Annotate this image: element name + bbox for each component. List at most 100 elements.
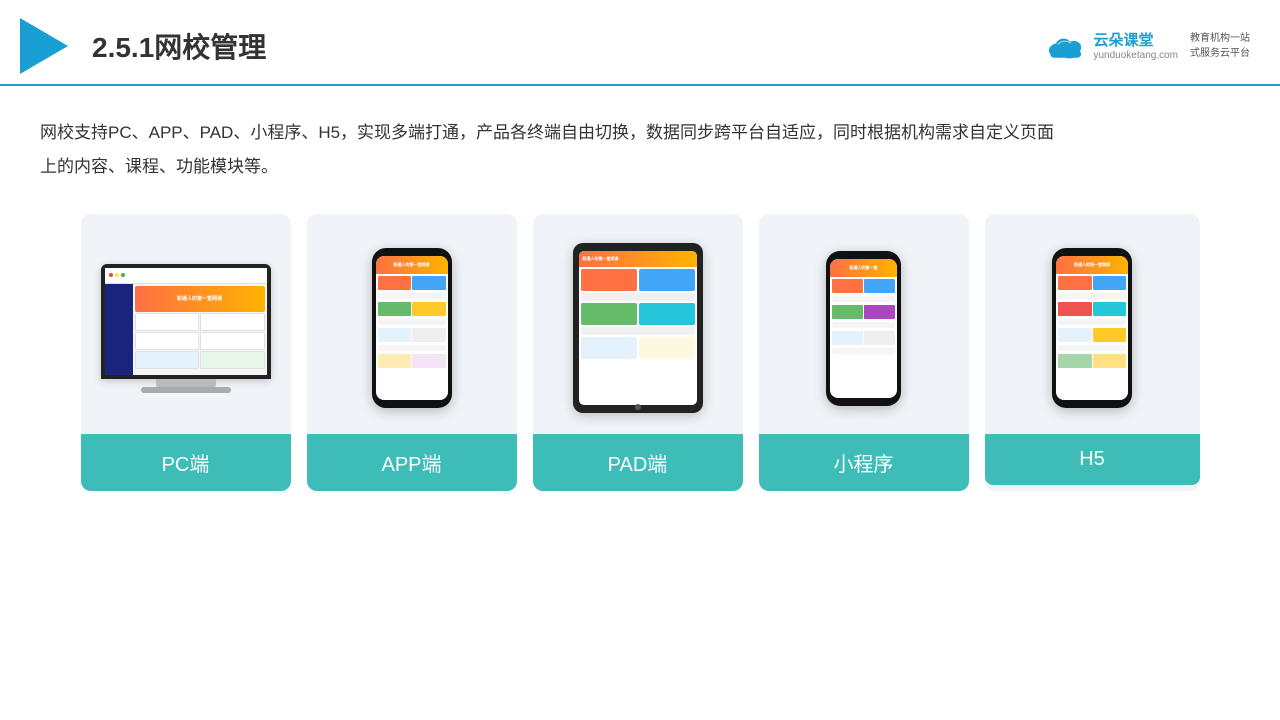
tablet-block-1	[581, 269, 637, 291]
tablet-header-text: 职通人的第一堂网课	[583, 256, 619, 262]
tablet-block-3	[581, 303, 637, 325]
phone-row-4	[378, 354, 446, 368]
phone-mini-row-3	[832, 331, 895, 345]
phone-h5-content	[1056, 274, 1128, 370]
phone-h5-text-3	[1058, 345, 1126, 351]
card-pc: 职通人的第一堂网课	[81, 214, 291, 491]
cloud-icon	[1043, 31, 1087, 61]
brand-name: 云朵课堂	[1093, 32, 1153, 50]
tablet-block-5	[581, 337, 637, 359]
phone-row-1	[378, 276, 446, 290]
phone-h5-row-3	[1058, 328, 1126, 342]
monitor-screen-outer: 职通人的第一堂网课	[101, 264, 271, 379]
page-title: 2.5.1网校管理	[92, 26, 266, 66]
phone-app-mockup: 职通人的第一堂网课	[372, 248, 452, 408]
card-app-image: 职通人的第一堂网课	[307, 214, 517, 434]
phone-h5-block-4	[1093, 302, 1127, 316]
card-pc-label: PC端	[81, 434, 291, 491]
card-app-label: APP端	[307, 434, 517, 491]
phone-h5-block-8	[1093, 354, 1127, 368]
brand-text: 云朵课堂 yunduoketang.com	[1093, 32, 1178, 61]
phone-mini-block-6	[864, 331, 895, 345]
phone-row-2	[378, 302, 446, 316]
dot-green	[121, 273, 125, 277]
phone-mini-mockup: 职通人的第一堂	[826, 251, 901, 406]
phone-h5-screen-header: 职通人的第一堂网课	[1056, 256, 1128, 274]
phone-mini-content	[830, 277, 897, 357]
cards-container: 职通人的第一堂网课	[0, 194, 1280, 511]
card-miniprogram-label: 小程序	[759, 434, 969, 491]
phone-text-2	[378, 319, 446, 325]
description: 网校支持PC、APP、PAD、小程序、H5，实现多端打通，产品各终端自由切换，数…	[0, 86, 1100, 194]
phone-mini-screen: 职通人的第一堂	[830, 259, 897, 398]
phone-screen-header-text: 职通人的第一堂网课	[394, 262, 430, 268]
monitor-card-6	[200, 351, 265, 369]
phone-notch	[400, 250, 424, 256]
tablet-text-2	[581, 327, 695, 335]
card-pad: 职通人的第一堂网课	[533, 214, 743, 491]
phone-h5-block-3	[1058, 302, 1092, 316]
phone-mini-block-1	[832, 279, 863, 293]
card-pc-image: 职通人的第一堂网课	[81, 214, 291, 434]
monitor-sidebar	[105, 284, 133, 375]
phone-mini-screen-header: 职通人的第一堂	[830, 259, 897, 277]
phone-h5-block-5	[1058, 328, 1092, 342]
phone-mini-block-3	[832, 305, 863, 319]
phone-h5-header-text: 职通人的第一堂网课	[1074, 262, 1110, 268]
logo-icon	[20, 18, 68, 74]
card-h5-image: 职通人的第一堂网课	[985, 214, 1200, 434]
phone-h5-block-1	[1058, 276, 1092, 290]
phone-h5-row-1	[1058, 276, 1126, 290]
phone-mini-text-2	[832, 322, 895, 328]
phone-h5-row-4	[1058, 354, 1126, 368]
header-right: 云朵课堂 yunduoketang.com 教育机构一站 式服务云平台	[1043, 31, 1250, 61]
tablet-block-2	[639, 269, 695, 291]
phone-h5-text-1	[1058, 293, 1126, 299]
header: 2.5.1网校管理 云朵课堂 yunduoketang.com 教育机构一站 式…	[0, 0, 1280, 86]
monitor-stand	[156, 379, 216, 387]
phone-mini-text-3	[832, 348, 895, 354]
card-h5: 职通人的第一堂网课	[985, 214, 1200, 491]
monitor-screen-header	[105, 268, 267, 284]
phone-mini-block-4	[864, 305, 895, 319]
monitor-banner-text: 职通人的第一堂网课	[177, 295, 222, 302]
monitor-card-1	[135, 313, 200, 331]
tablet-home-btn	[635, 404, 641, 410]
phone-mini-block-5	[832, 331, 863, 345]
brand-logo: 云朵课堂 yunduoketang.com 教育机构一站 式服务云平台	[1043, 31, 1250, 61]
tablet-screen-header: 职通人的第一堂网课	[579, 251, 697, 267]
monitor-base	[141, 387, 231, 393]
phone-mini-outer: 职通人的第一堂	[826, 251, 901, 406]
dot-yellow	[115, 273, 119, 277]
phone-text-3	[378, 345, 446, 351]
tablet-mockup: 职通人的第一堂网课	[573, 243, 703, 413]
card-pad-label: PAD端	[533, 434, 743, 491]
tablet-text-1	[581, 293, 695, 301]
phone-h5-row-2	[1058, 302, 1126, 316]
tablet-screen: 职通人的第一堂网课	[579, 251, 697, 405]
phone-h5-screen: 职通人的第一堂网课	[1056, 256, 1128, 400]
monitor-card-4	[200, 332, 265, 350]
tablet-row-3	[581, 337, 695, 359]
phone-h5-block-7	[1058, 354, 1092, 368]
phone-h5-outer: 职通人的第一堂网课	[1052, 248, 1132, 408]
phone-block-3	[378, 302, 412, 316]
tablet-block-6	[639, 337, 695, 359]
phone-block-5	[378, 328, 412, 342]
brand-url: yunduoketang.com	[1093, 50, 1178, 61]
description-text: 网校支持PC、APP、PAD、小程序、H5，实现多端打通，产品各终端自由切换，数…	[40, 116, 1060, 184]
phone-block-1	[378, 276, 412, 290]
card-miniprogram-image: 职通人的第一堂	[759, 214, 969, 434]
phone-mini-text-1	[832, 296, 895, 302]
brand-slogan: 教育机构一站 式服务云平台	[1190, 31, 1250, 61]
phone-mini-header-text: 职通人的第一堂	[850, 265, 878, 271]
tablet-screen-content	[579, 267, 697, 361]
phone-h5-text-2	[1058, 319, 1126, 325]
monitor-row-2	[135, 332, 265, 350]
phone-h5-mockup: 职通人的第一堂网课	[1052, 248, 1132, 408]
monitor-card-5	[135, 351, 200, 369]
monitor-row-1	[135, 313, 265, 331]
card-app: 职通人的第一堂网课	[307, 214, 517, 491]
phone-outer: 职通人的第一堂网课	[372, 248, 452, 408]
phone-h5-block-6	[1093, 328, 1127, 342]
